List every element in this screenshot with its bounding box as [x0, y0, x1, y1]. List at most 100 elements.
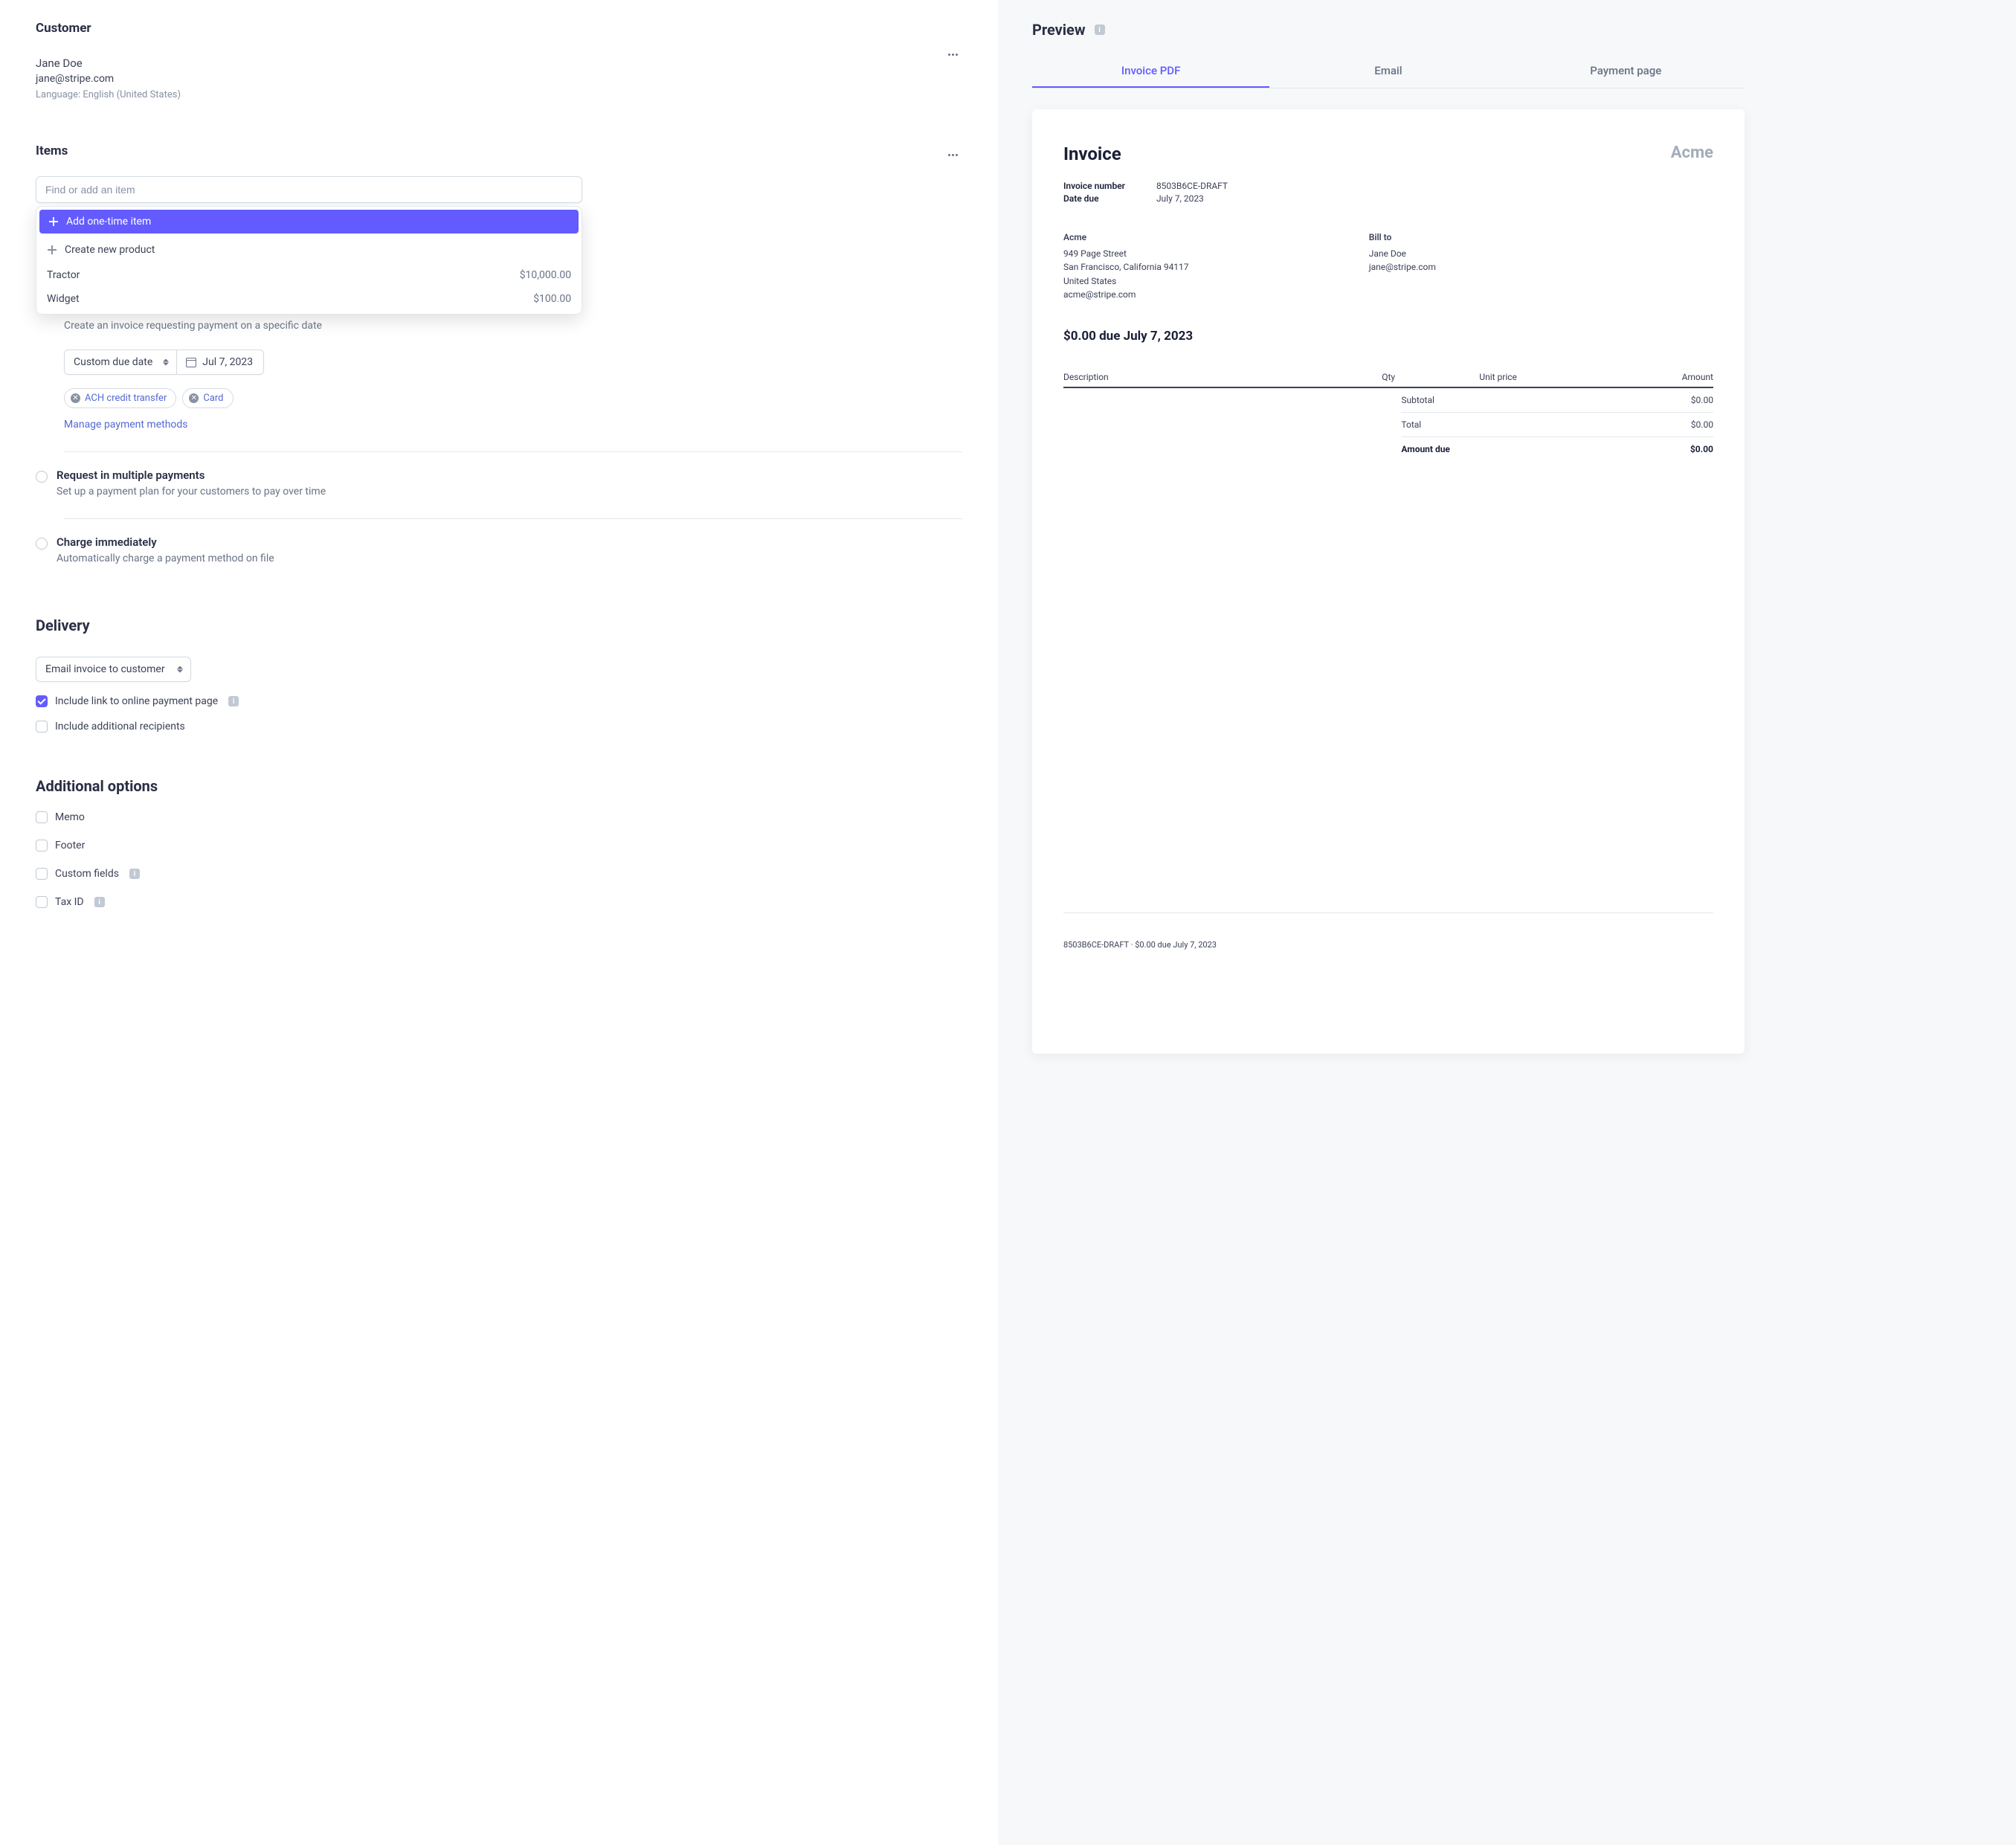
product-name: Tractor	[47, 269, 80, 281]
invoice-brand: Acme	[1671, 144, 1713, 162]
col-qty: Qty	[1382, 367, 1479, 387]
total-value: $0.00	[1691, 419, 1713, 430]
option-desc: Automatically charge a payment method on…	[57, 553, 274, 564]
amount-due-value: $0.00	[1690, 444, 1713, 454]
from-line2: San Francisco, California 94117	[1063, 260, 1369, 274]
chip-label: ACH credit transfer	[85, 393, 167, 404]
additional-title: Additional options	[36, 777, 962, 795]
request-payment-desc: Create an invoice requesting payment on …	[64, 320, 962, 332]
remove-icon[interactable]: ✕	[189, 393, 199, 403]
items-section: Items Add one-time item Create new produ…	[36, 144, 962, 564]
product-row[interactable]: Widget $100.00	[36, 287, 582, 314]
tab-invoice-pdf[interactable]: Invoice PDF	[1032, 55, 1269, 88]
customer-section: Customer Jane Doe jane@stripe.com Langua…	[36, 21, 962, 100]
radio-icon[interactable]	[36, 471, 48, 483]
option-charge-immediately[interactable]: Charge immediately Automatically charge …	[36, 535, 962, 564]
payment-method-chip-ach[interactable]: ✕ ACH credit transfer	[64, 388, 176, 408]
item-dropdown: Add one-time item Create new product Tra…	[36, 206, 582, 315]
plus-icon	[48, 216, 59, 227]
to-email: jane@stripe.com	[1369, 260, 1675, 274]
amount-due-label: Amount due	[1401, 444, 1450, 454]
invoice-heading: Invoice	[1063, 144, 1121, 164]
divider	[64, 518, 962, 519]
to-name: Jane Doe	[1369, 247, 1675, 261]
payment-method-chip-card[interactable]: ✕ Card	[182, 388, 233, 408]
col-description: Description	[1063, 367, 1382, 387]
bill-to-label: Bill to	[1369, 231, 1675, 245]
product-price: $10,000.00	[520, 269, 571, 281]
include-link-label: Include link to online payment page	[55, 695, 218, 707]
add-one-time-item[interactable]: Add one-time item	[39, 210, 579, 234]
subtotal-label: Subtotal	[1401, 395, 1434, 405]
items-menu-button[interactable]	[944, 151, 962, 159]
product-price: $100.00	[533, 293, 571, 305]
amount-due-headline: $0.00 due July 7, 2023	[1063, 329, 1713, 344]
include-recipients-checkbox[interactable]	[36, 721, 48, 732]
date-due-label: Date due	[1063, 193, 1156, 204]
from-country: United States	[1063, 274, 1369, 289]
chevron-updown-icon	[163, 359, 169, 366]
chevron-updown-icon	[177, 666, 183, 673]
option-desc: Set up a payment plan for your customers…	[57, 486, 326, 498]
invoice-number-label: Invoice number	[1063, 181, 1156, 191]
info-icon[interactable]: i	[228, 696, 239, 706]
option-title: Charge immediately	[57, 535, 274, 549]
customer-menu-button[interactable]	[944, 51, 962, 59]
option-title: Request in multiple payments	[57, 469, 326, 482]
from-line1: 949 Page Street	[1063, 247, 1369, 261]
delivery-method-select[interactable]: Email invoice to customer	[36, 657, 191, 682]
info-icon[interactable]: i	[129, 869, 140, 879]
tab-payment-page[interactable]: Payment page	[1507, 55, 1745, 88]
footer-label: Footer	[55, 840, 85, 851]
product-row[interactable]: Tractor $10,000.00	[36, 263, 582, 287]
invoice-number-value: 8503B6CE-DRAFT	[1156, 181, 1228, 191]
col-amount: Amount	[1623, 367, 1713, 387]
create-product-label: Create new product	[65, 244, 155, 256]
memo-label: Memo	[55, 811, 85, 823]
due-date-value: Jul 7, 2023	[202, 356, 253, 368]
customer-email: jane@stripe.com	[36, 73, 181, 85]
include-link-checkbox[interactable]	[36, 695, 48, 707]
date-due-value: July 7, 2023	[1156, 193, 1204, 204]
item-search-input[interactable]	[36, 176, 582, 203]
custom-fields-label: Custom fields	[55, 868, 119, 880]
radio-icon[interactable]	[36, 538, 48, 550]
preview-tabs: Invoice PDF Email Payment page	[1032, 55, 1745, 88]
tab-email[interactable]: Email	[1269, 55, 1507, 88]
delivery-section: Delivery Email invoice to customer Inclu…	[36, 616, 962, 732]
invoice-totals: Subtotal $0.00 Total $0.00 Amount due $0…	[1401, 388, 1713, 461]
include-recipients-label: Include additional recipients	[55, 721, 185, 732]
product-name: Widget	[47, 293, 80, 305]
info-icon[interactable]: i	[94, 897, 105, 907]
total-label: Total	[1401, 419, 1421, 430]
col-unit-price: Unit price	[1479, 367, 1622, 387]
invoice-footer: 8503B6CE-DRAFT · $0.00 due July 7, 2023	[1063, 912, 1713, 950]
customer-language: Language: English (United States)	[36, 89, 181, 100]
from-address: Acme 949 Page Street San Francisco, Cali…	[1063, 231, 1369, 302]
items-title: Items	[36, 144, 68, 158]
info-icon[interactable]: i	[1095, 25, 1105, 35]
invoice-preview: Invoice Acme Invoice number 8503B6CE-DRA…	[1032, 109, 1745, 1054]
additional-options-section: Additional options Memo Footer Custom fi…	[36, 777, 962, 908]
footer-checkbox[interactable]	[36, 840, 48, 851]
tax-id-label: Tax ID	[55, 896, 84, 908]
manage-payment-methods-link[interactable]: Manage payment methods	[64, 419, 962, 431]
add-one-time-label: Add one-time item	[66, 216, 151, 228]
due-date-type-select[interactable]: Custom due date	[64, 350, 177, 375]
tax-id-checkbox[interactable]	[36, 896, 48, 908]
plus-icon	[47, 245, 57, 255]
divider	[64, 451, 962, 452]
delivery-method-label: Email invoice to customer	[45, 663, 165, 675]
create-new-product[interactable]: Create new product	[36, 236, 582, 263]
delivery-title: Delivery	[36, 616, 962, 634]
bill-to-address: Bill to Jane Doe jane@stripe.com	[1369, 231, 1675, 302]
custom-fields-checkbox[interactable]	[36, 868, 48, 880]
option-multiple-payments[interactable]: Request in multiple payments Set up a pa…	[36, 469, 962, 498]
memo-checkbox[interactable]	[36, 811, 48, 823]
due-date-type-label: Custom due date	[74, 356, 152, 368]
from-name: Acme	[1063, 231, 1369, 245]
remove-icon[interactable]: ✕	[71, 393, 80, 403]
subtotal-value: $0.00	[1691, 395, 1713, 405]
due-date-picker[interactable]: Jul 7, 2023	[177, 350, 264, 375]
customer-title: Customer	[36, 21, 962, 36]
